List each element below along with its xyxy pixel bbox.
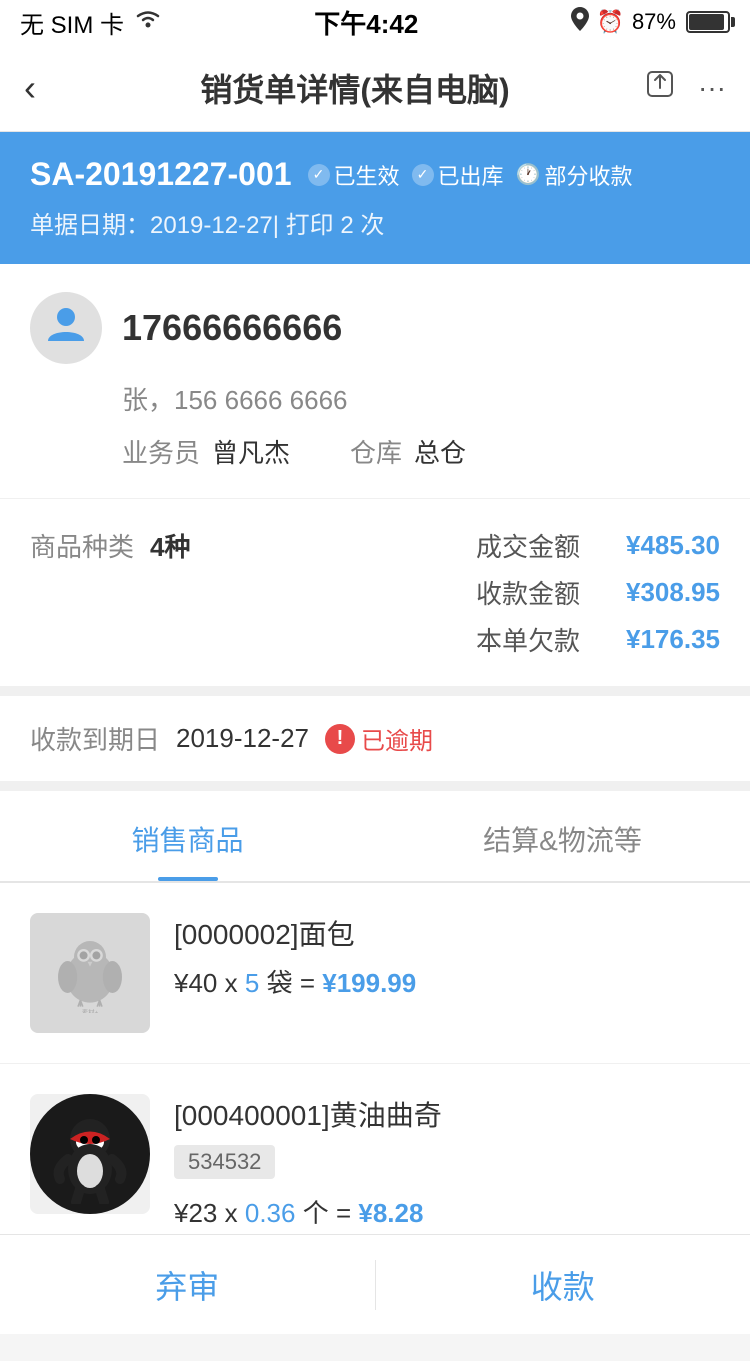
alarm-icon: ⏰ bbox=[597, 9, 624, 35]
overdue-icon: ! bbox=[325, 724, 355, 754]
status-badge-active: ✓ 已生效 bbox=[308, 159, 400, 191]
overdue-badge: ! 已逾期 bbox=[325, 721, 433, 756]
status-time: 下午4:42 bbox=[314, 4, 418, 41]
more-icon[interactable]: ··· bbox=[698, 72, 726, 104]
customer-id: 17666666666 bbox=[122, 307, 342, 349]
product-info-1: [0000002]面包 ¥40 x 5 袋 = ¥199.99 bbox=[174, 913, 720, 1000]
overdue-text: 已逾期 bbox=[361, 721, 433, 756]
battery-icon bbox=[686, 11, 730, 33]
warehouse-label: 仓库 bbox=[350, 433, 402, 470]
customer-section: 17666666666 张，156 6666 6666 业务员 曾凡杰 仓库 总… bbox=[0, 264, 750, 499]
customer-meta: 业务员 曾凡杰 仓库 总仓 bbox=[30, 433, 720, 470]
tabs-section: 销售商品 结算&物流等 bbox=[0, 791, 750, 883]
sales-person-label: 业务员 bbox=[122, 433, 200, 470]
status-badge-shipped: ✓ 已出库 bbox=[412, 159, 504, 191]
battery-text: 87% bbox=[632, 9, 676, 35]
cancel-review-button[interactable]: 弃审 bbox=[0, 1235, 375, 1334]
stats-right: 成交金额 ¥485.30 收款金额 ¥308.95 本单欠款 ¥176.35 bbox=[476, 527, 720, 658]
status-badges: ✓ 已生效 ✓ 已出库 🕐 部分收款 bbox=[308, 159, 633, 191]
deal-amount-label: 成交金额 bbox=[476, 527, 580, 564]
status-badge-partial: 🕐 部分收款 bbox=[516, 159, 633, 191]
product-thumb-2 bbox=[30, 1094, 150, 1214]
received-amount-value: ¥308.95 bbox=[600, 577, 720, 608]
product-info-2: [000400001]黄油曲奇 534532 ¥23 x 0.36 个 = ¥8… bbox=[174, 1094, 720, 1230]
carrier-text: 无 SIM 卡 bbox=[20, 5, 124, 40]
product-price-2: ¥23 x 0.36 个 = ¥8.28 bbox=[174, 1193, 720, 1230]
status-bar: 无 SIM 卡 下午4:42 ⏰ 87% bbox=[0, 0, 750, 44]
received-amount-label: 收款金额 bbox=[476, 574, 580, 611]
owed-amount-value: ¥176.35 bbox=[600, 624, 720, 655]
status-left: 无 SIM 卡 bbox=[20, 5, 162, 40]
sales-person-value: 曾凡杰 bbox=[212, 433, 290, 470]
nav-bar: ‹ 销货单详情(来自电脑) ··· bbox=[0, 44, 750, 132]
tab-sales-products[interactable]: 销售商品 bbox=[0, 791, 375, 881]
due-date-value: 2019-12-27 bbox=[176, 723, 309, 754]
product-item-1: 素材+ [0000002]面包 ¥40 x 5 袋 = ¥199.99 bbox=[0, 883, 750, 1064]
collect-payment-button[interactable]: 收款 bbox=[376, 1235, 750, 1334]
location-icon bbox=[571, 7, 589, 37]
order-id: SA-20191227-001 bbox=[30, 156, 292, 193]
page-title: 销货单详情(来自电脑) bbox=[84, 65, 626, 111]
customer-name-phone: 张，156 6666 6666 bbox=[30, 380, 720, 417]
status-right: ⏰ 87% bbox=[571, 7, 730, 37]
stats-section: 商品种类 4种 成交金额 ¥485.30 收款金额 ¥308.95 本单欠款 ¥… bbox=[0, 499, 750, 696]
tab-settlement-logistics[interactable]: 结算&物流等 bbox=[375, 791, 750, 881]
svg-text:素材+: 素材+ bbox=[82, 1008, 99, 1013]
product-name-2: [000400001]黄油曲奇 bbox=[174, 1094, 720, 1134]
owed-amount-label: 本单欠款 bbox=[476, 621, 580, 658]
products-section: 素材+ [0000002]面包 ¥40 x 5 袋 = ¥199.99 bbox=[0, 883, 750, 1261]
customer-avatar bbox=[30, 292, 102, 364]
due-date-section: 收款到期日 2019-12-27 ! 已逾期 bbox=[0, 696, 750, 791]
product-name-1: [0000002]面包 bbox=[174, 913, 720, 953]
product-kinds-value: 4种 bbox=[150, 527, 190, 564]
wifi-icon bbox=[134, 8, 162, 36]
order-header: SA-20191227-001 ✓ 已生效 ✓ 已出库 🕐 部分收款 单据日期：… bbox=[0, 132, 750, 264]
order-date: 单据日期：2019-12-27| 打印 2 次 bbox=[30, 205, 720, 240]
bottom-bar: 弃审 收款 bbox=[0, 1234, 750, 1334]
product-thumb-1: 素材+ bbox=[30, 913, 150, 1033]
back-button[interactable]: ‹ bbox=[24, 67, 84, 109]
product-sku-2: 534532 bbox=[174, 1145, 275, 1179]
product-price-1: ¥40 x 5 袋 = ¥199.99 bbox=[174, 963, 720, 1000]
warehouse-value: 总仓 bbox=[414, 433, 466, 470]
due-date-label: 收款到期日 bbox=[30, 720, 160, 757]
product-item-2: [000400001]黄油曲奇 534532 ¥23 x 0.36 个 = ¥8… bbox=[0, 1064, 750, 1261]
product-kinds-label: 商品种类 bbox=[30, 527, 134, 564]
nav-right-icons: ··· bbox=[626, 70, 726, 105]
deal-amount-value: ¥485.30 bbox=[600, 530, 720, 561]
share-icon[interactable] bbox=[646, 70, 674, 105]
